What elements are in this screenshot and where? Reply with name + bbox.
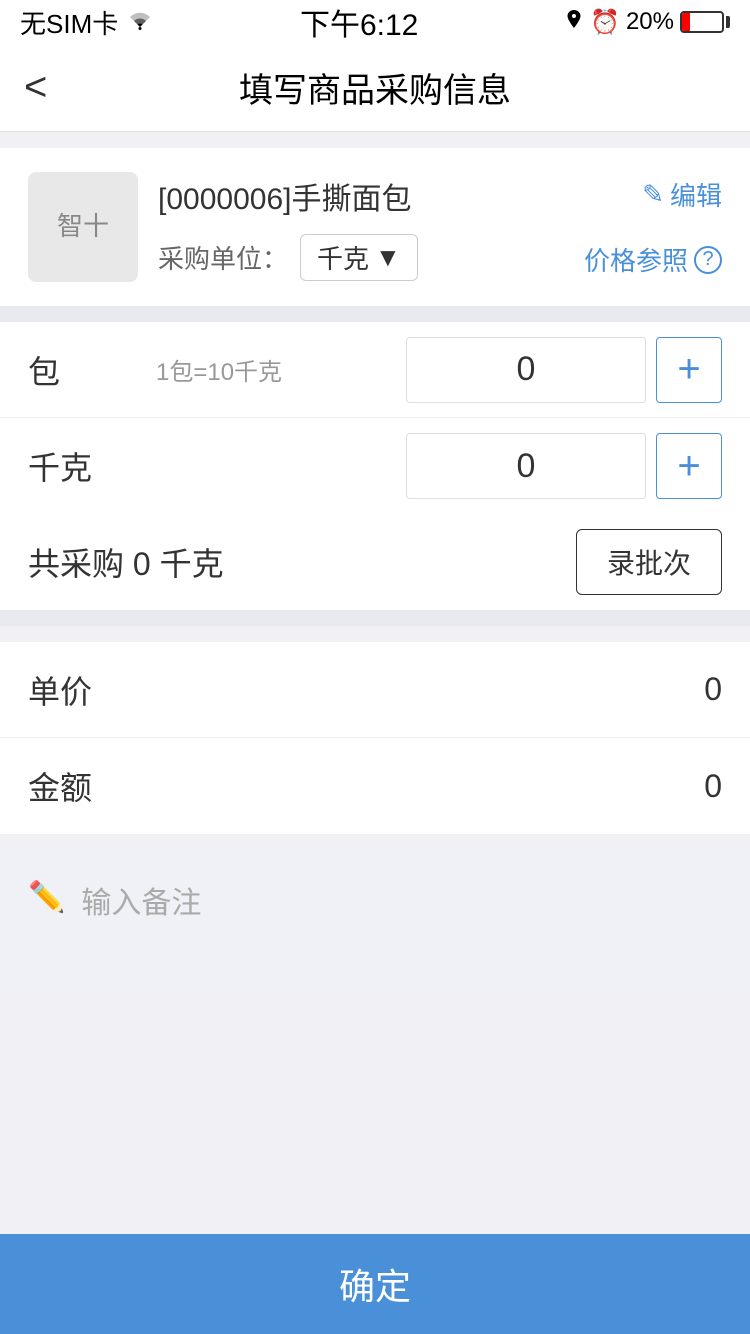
kg-label: 千克 — [28, 443, 148, 489]
page-title: 填写商品采购信息 — [239, 63, 511, 112]
status-bar: 无SIM卡 下午6:12 ⏰ 20% — [0, 0, 750, 44]
notes-icon: ✏️ — [28, 880, 65, 915]
product-image: 智十 — [28, 172, 138, 282]
kg-input-row: 千克 + — [0, 418, 750, 514]
back-button[interactable]: < — [24, 65, 47, 110]
battery-icon — [680, 11, 730, 33]
product-card: 智十 [0000006]手撕面包 采购单位： 千克 ▼ ✎ 编辑 价格参照 ? — [0, 148, 750, 306]
edit-button[interactable]: ✎ 编辑 — [642, 176, 722, 213]
section-divider-2 — [0, 610, 750, 626]
bag-plus-button[interactable]: + — [656, 337, 722, 403]
notes-section[interactable]: ✏️ 输入备注 — [0, 850, 750, 990]
product-image-text: 智十 — [57, 211, 109, 242]
bag-quantity-input[interactable] — [406, 337, 646, 403]
status-time: 下午6:12 — [300, 0, 418, 44]
amount-value: 0 — [704, 768, 722, 805]
unit-label: 采购单位： — [158, 239, 288, 276]
unit-select[interactable]: 千克 ▼ — [300, 234, 418, 281]
bag-input-row: 包 1包=10千克 + — [0, 322, 750, 418]
bag-label: 包 — [28, 347, 148, 393]
summary-row: 共采购 0 千克 录批次 — [0, 514, 750, 610]
confirm-button[interactable]: 确定 — [0, 1234, 750, 1334]
kg-quantity-input[interactable] — [406, 433, 646, 499]
nav-bar: < 填写商品采购信息 — [0, 44, 750, 132]
carrier-text: 无SIM卡 — [20, 4, 118, 41]
price-section: 单价 0 金额 0 — [0, 642, 750, 834]
unit-price-value: 0 — [704, 671, 722, 708]
price-ref-button[interactable]: 价格参照 ? — [584, 241, 722, 278]
wifi-icon — [126, 7, 154, 38]
battery-percent: 20% — [626, 8, 674, 36]
alarm-icon: ⏰ — [590, 8, 620, 37]
unit-price-label: 单价 — [28, 667, 704, 713]
kg-plus-button[interactable]: + — [656, 433, 722, 499]
unit-price-row: 单价 0 — [0, 642, 750, 738]
input-section: 包 1包=10千克 + 千克 + — [0, 322, 750, 514]
product-name: [0000006]手撕面包 — [158, 174, 722, 218]
status-carrier: 无SIM卡 — [20, 4, 154, 41]
dropdown-icon: ▼ — [375, 242, 401, 273]
record-batch-button[interactable]: 录批次 — [576, 529, 722, 595]
location-icon — [564, 8, 584, 37]
confirm-label: 确定 — [339, 1258, 411, 1310]
amount-row: 金额 0 — [0, 738, 750, 834]
summary-text: 共采购 0 千克 — [28, 539, 576, 585]
bag-sublabel: 1包=10千克 — [156, 352, 282, 387]
edit-icon: ✎ — [642, 179, 664, 210]
amount-label: 金额 — [28, 763, 704, 809]
section-divider-1 — [0, 306, 750, 322]
help-icon: ? — [694, 246, 722, 274]
notes-placeholder: 输入备注 — [81, 878, 201, 922]
status-right: ⏰ 20% — [564, 8, 730, 37]
